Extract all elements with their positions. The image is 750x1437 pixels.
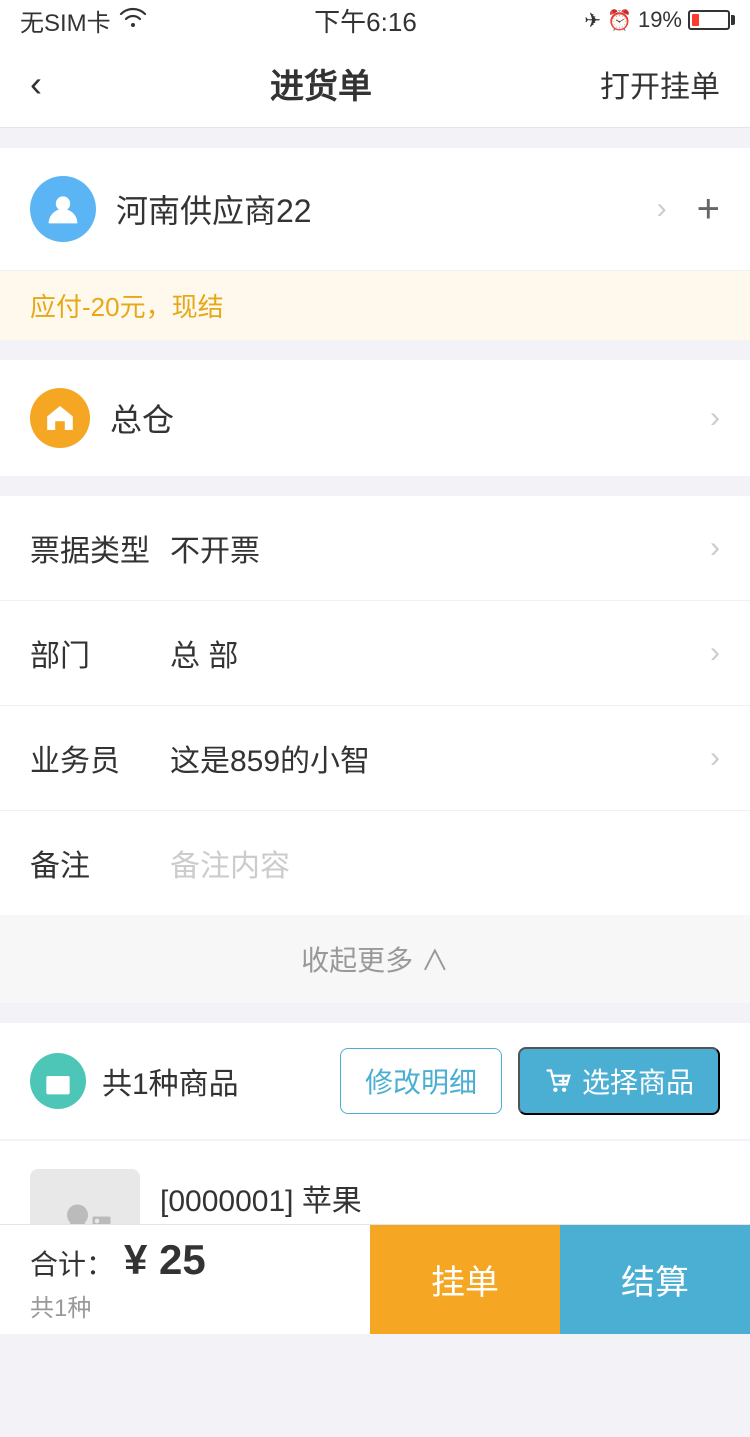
invoice-label: 票据类型	[30, 526, 170, 570]
department-row[interactable]: 部门 总 部 ›	[0, 600, 750, 705]
invoice-row[interactable]: 票据类型 不开票 ›	[0, 496, 750, 600]
back-button[interactable]: ‹	[30, 63, 42, 105]
product-count-text: 共1种商品	[102, 1059, 340, 1103]
gap-4	[0, 1003, 750, 1023]
product-name: [0000001] 苹果	[160, 1176, 668, 1220]
salesman-value: 这是859的小智	[170, 736, 710, 780]
remark-row[interactable]: 备注 备注内容	[0, 810, 750, 915]
remark-label: 备注	[30, 841, 170, 885]
house-icon	[44, 402, 76, 434]
form-card: 票据类型 不开票 › 部门 总 部 › 业务员 这是859的小智 › 备注 备注…	[0, 496, 750, 915]
total-label: 合计：	[30, 1243, 114, 1283]
warehouse-arrow-icon: ›	[710, 401, 720, 435]
remark-input[interactable]: 备注内容	[170, 841, 720, 885]
warehouse-icon	[30, 388, 90, 448]
shopping-bag-icon	[43, 1066, 73, 1096]
total-sub: 共1种	[30, 1288, 340, 1323]
battery-percent: 19%	[638, 7, 682, 33]
supplier-row[interactable]: 河南供应商22 › +	[0, 148, 750, 271]
select-product-button[interactable]: 选择商品	[518, 1047, 720, 1115]
gap-1	[0, 128, 750, 148]
cart-icon	[544, 1067, 572, 1095]
page-title: 进货单	[270, 59, 372, 108]
invoice-arrow-icon: ›	[710, 531, 720, 565]
total-section: 合计： ¥ 25 共1种	[0, 1225, 370, 1334]
gap-3	[0, 476, 750, 496]
product-title: 苹果	[302, 1185, 362, 1218]
supplier-card: 河南供应商22 › + 应付-20元，现结	[0, 148, 750, 340]
battery-icon	[688, 10, 730, 30]
status-right: ✈ ⏰ 19%	[584, 7, 730, 33]
supplier-avatar	[30, 176, 96, 242]
supplier-arrow-icon: ›	[657, 192, 667, 226]
department-arrow-icon: ›	[710, 636, 720, 670]
warehouse-name: 总仓	[110, 395, 710, 441]
status-bar: 无SIM卡 下午6:16 ✈ ⏰ 19%	[0, 0, 750, 40]
add-supplier-button[interactable]: +	[697, 187, 720, 232]
total-row: 合计： ¥ 25	[30, 1236, 340, 1284]
gap-2	[0, 340, 750, 360]
salesman-arrow-icon: ›	[710, 741, 720, 775]
suspend-button[interactable]: 挂单	[370, 1225, 560, 1334]
alarm-icon: ⏰	[607, 8, 632, 33]
nav-bar: ‹ 进货单 打开挂单	[0, 40, 750, 128]
product-header: 共1种商品 修改明细 选择商品	[0, 1023, 750, 1139]
total-amount: ¥ 25	[124, 1236, 206, 1284]
status-time: 下午6:16	[314, 2, 417, 39]
warehouse-card: 总仓 ›	[0, 360, 750, 476]
location-icon: ✈	[584, 8, 601, 33]
checkout-button[interactable]: 结算	[560, 1225, 750, 1334]
select-product-label: 选择商品	[582, 1061, 694, 1101]
department-value: 总 部	[170, 631, 710, 675]
department-label: 部门	[30, 631, 170, 675]
product-count-icon	[30, 1053, 86, 1109]
wifi-icon	[119, 6, 147, 35]
product-code: [0000001]	[160, 1185, 293, 1218]
salesman-label: 业务员	[30, 736, 170, 780]
open-pending-button[interactable]: 打开挂单	[600, 62, 720, 106]
warehouse-row[interactable]: 总仓 ›	[0, 360, 750, 476]
supplier-notice: 应付-20元，现结	[0, 271, 750, 340]
supplier-name: 河南供应商22	[116, 186, 657, 232]
modify-detail-button[interactable]: 修改明细	[340, 1048, 502, 1114]
invoice-value: 不开票	[170, 526, 710, 570]
person-icon	[45, 191, 81, 227]
salesman-row[interactable]: 业务员 这是859的小智 ›	[0, 705, 750, 810]
bottom-bar: 合计： ¥ 25 共1种 挂单 结算	[0, 1224, 750, 1334]
status-left: 无SIM卡	[20, 3, 147, 38]
carrier-label: 无SIM卡	[20, 3, 111, 38]
collapse-button[interactable]: 收起更多 ∧	[0, 915, 750, 1003]
